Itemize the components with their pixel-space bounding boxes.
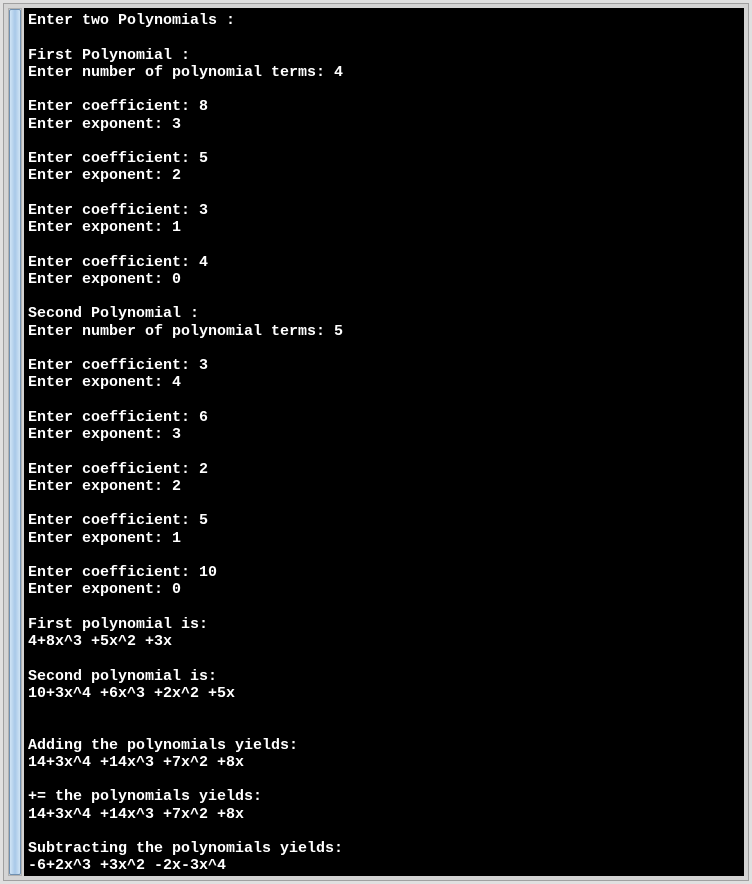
terminal-line: Second polynomial is: <box>28 668 740 685</box>
terminal-line <box>28 236 740 253</box>
terminal-line: Enter coefficient: 5 <box>28 512 740 529</box>
terminal-line: Enter exponent: 0 <box>28 271 740 288</box>
terminal-line <box>28 495 740 512</box>
terminal-line: += the polynomials yields: <box>28 788 740 805</box>
terminal-line: Enter exponent: 4 <box>28 374 740 391</box>
terminal-line <box>28 443 740 460</box>
terminal-line: Enter exponent: 1 <box>28 530 740 547</box>
terminal-line: Enter coefficient: 6 <box>28 409 740 426</box>
terminal-line: Enter number of polynomial terms: 4 <box>28 64 740 81</box>
terminal-line: Enter exponent: 2 <box>28 478 740 495</box>
terminal-line: -6+2x^3 +3x^2 -2x-3x^4 <box>28 857 740 874</box>
terminal-line: Enter exponent: 2 <box>28 167 740 184</box>
terminal-line: Enter coefficient: 10 <box>28 564 740 581</box>
terminal-line <box>28 650 740 667</box>
terminal-line <box>28 185 740 202</box>
terminal-line: 4+8x^3 +5x^2 +3x <box>28 633 740 650</box>
terminal-line: Enter exponent: 1 <box>28 219 740 236</box>
terminal-output[interactable]: Enter two Polynomials : First Polynomial… <box>24 8 744 876</box>
terminal-line: 14+3x^4 +14x^3 +7x^2 +8x <box>28 806 740 823</box>
terminal-line: 14+3x^4 +14x^3 +7x^2 +8x <box>28 754 740 771</box>
terminal-line: Enter two Polynomials : <box>28 12 740 29</box>
window-frame: Enter two Polynomials : First Polynomial… <box>3 3 749 881</box>
terminal-line <box>28 599 740 616</box>
terminal-line <box>28 288 740 305</box>
terminal-line: Enter coefficient: 8 <box>28 98 740 115</box>
terminal-line: Enter coefficient: 2 <box>28 461 740 478</box>
terminal-line: Enter coefficient: 3 <box>28 357 740 374</box>
terminal-line <box>28 81 740 98</box>
terminal-line: Adding the polynomials yields: <box>28 737 740 754</box>
terminal-line <box>28 771 740 788</box>
terminal-line: Enter coefficient: 3 <box>28 202 740 219</box>
scrollbar-track[interactable] <box>8 8 22 876</box>
terminal-line: Enter coefficient: 4 <box>28 254 740 271</box>
terminal-line: Second Polynomial : <box>28 305 740 322</box>
terminal-line <box>28 547 740 564</box>
terminal-line: Enter exponent: 0 <box>28 581 740 598</box>
terminal-line: Enter coefficient: 5 <box>28 150 740 167</box>
terminal-line: Enter number of polynomial terms: 5 <box>28 323 740 340</box>
terminal-line <box>28 29 740 46</box>
terminal-line <box>28 133 740 150</box>
terminal-line <box>28 823 740 840</box>
terminal-line: First Polynomial : <box>28 47 740 64</box>
terminal-line <box>28 340 740 357</box>
terminal-line <box>28 702 740 719</box>
terminal-line: 10+3x^4 +6x^3 +2x^2 +5x <box>28 685 740 702</box>
terminal-line: First polynomial is: <box>28 616 740 633</box>
terminal-line: Subtracting the polynomials yields: <box>28 840 740 857</box>
terminal-line: Enter exponent: 3 <box>28 426 740 443</box>
terminal-line: Enter exponent: 3 <box>28 116 740 133</box>
terminal-line <box>28 392 740 409</box>
scrollbar-thumb[interactable] <box>9 9 21 875</box>
terminal-line <box>28 719 740 736</box>
